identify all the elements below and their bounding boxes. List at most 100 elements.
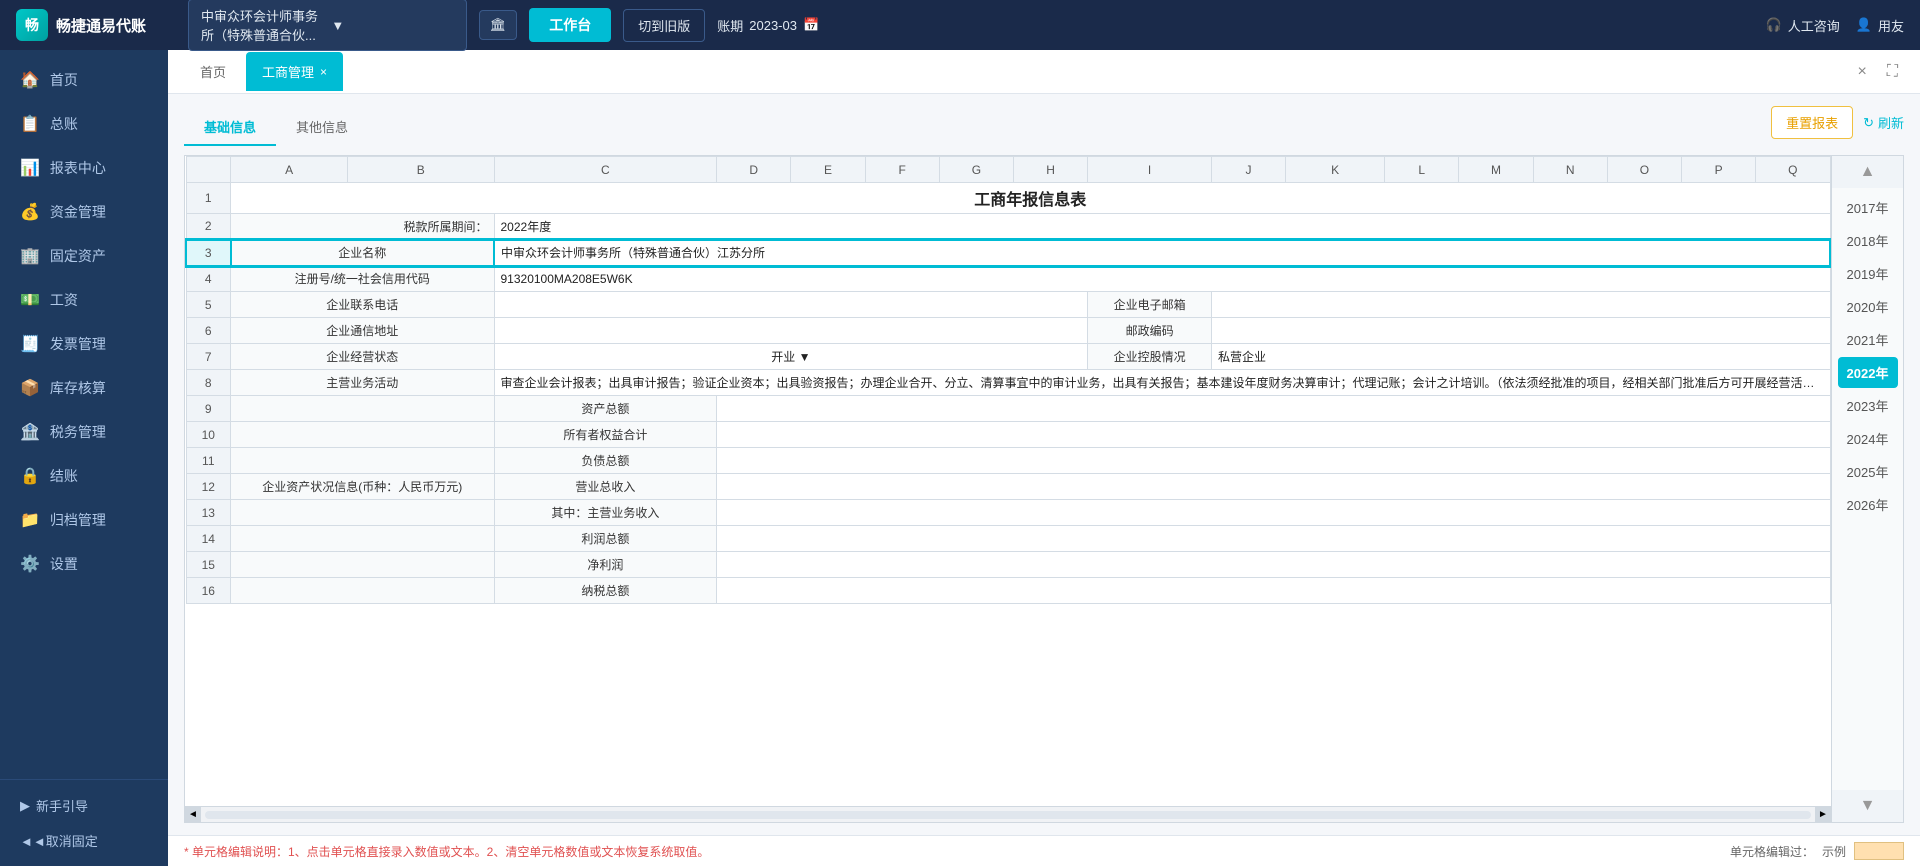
data-cell-holding[interactable]: 私营企业 xyxy=(1211,344,1830,370)
data-cell-net-profit[interactable] xyxy=(717,552,1830,578)
data-cell-main-revenue[interactable] xyxy=(717,500,1830,526)
sheet-table-container[interactable]: A B C D E F G H I J xyxy=(185,156,1831,806)
unpin-btn[interactable]: ◄◄取消固定 xyxy=(16,827,152,854)
year-item-2020[interactable]: 2020年 xyxy=(1838,291,1898,322)
example-label: 示例 xyxy=(1822,843,1846,860)
data-cell-postcode[interactable] xyxy=(1211,318,1830,344)
year-scroll-up-btn[interactable]: ▲ xyxy=(1832,156,1903,188)
year-item-2023[interactable]: 2023年 xyxy=(1838,390,1898,421)
table-row: 8 主营业务活动 审查企业会计报表；出具审计报告；验证企业资本；出具验资报告；办… xyxy=(186,370,1830,396)
row-num-4: 4 xyxy=(186,266,231,292)
year-item-2019[interactable]: 2019年 xyxy=(1838,258,1898,289)
data-cell-company-name[interactable]: 中审众环会计师事务所（特殊普通合伙）江苏分所 xyxy=(494,240,1830,266)
calendar-icon[interactable]: 📅 xyxy=(803,17,819,33)
label-cell: 税款所属期间： xyxy=(231,214,494,240)
col-M: M xyxy=(1459,157,1533,183)
year-item-2024[interactable]: 2024年 xyxy=(1838,423,1898,454)
sidebar-item-close[interactable]: 🔒 结账 xyxy=(0,454,168,498)
sidebar-item-salary[interactable]: 💵 工资 xyxy=(0,278,168,322)
data-cell-main-biz[interactable]: 审查企业会计报表；出具审计报告；验证企业资本；出具验资报告；办理企业合开、分立、… xyxy=(494,370,1830,396)
data-cell-regnum[interactable]: 91320100MA208E5W6K xyxy=(494,266,1830,292)
year-item-2021[interactable]: 2021年 xyxy=(1838,324,1898,355)
data-cell-total-debt[interactable] xyxy=(717,448,1830,474)
data-cell-phone[interactable] xyxy=(494,292,1088,318)
sidebar-item-ledger[interactable]: 📋 总账 xyxy=(0,102,168,146)
sidebar-item-archive[interactable]: 📁 归档管理 xyxy=(0,498,168,542)
data-cell-total-profit[interactable] xyxy=(717,526,1830,552)
label-email: 企业电子邮箱 xyxy=(1088,292,1212,318)
sidebar-item-finance[interactable]: 💰 资金管理 xyxy=(0,190,168,234)
sub-tab-other[interactable]: 其他信息 xyxy=(276,109,368,146)
sidebar-item-home[interactable]: 🏠 首页 xyxy=(0,58,168,102)
row-num-12: 12 xyxy=(186,474,231,500)
sidebar-item-report[interactable]: 📊 报表中心 xyxy=(0,146,168,190)
sidebar-label-home: 首页 xyxy=(50,70,78,90)
sidebar-item-asset[interactable]: 🏢 固定资产 xyxy=(0,234,168,278)
refresh-button[interactable]: ↻ 刷新 xyxy=(1863,113,1904,132)
scroll-left-btn[interactable]: ◄ xyxy=(185,807,201,823)
company-icon-btn[interactable]: 🏛 xyxy=(479,10,518,40)
action-bar: 重置报表 ↻ 刷新 xyxy=(1771,106,1904,139)
year-item-2018[interactable]: 2018年 xyxy=(1838,225,1898,256)
data-cell-total-assets[interactable] xyxy=(717,396,1830,422)
window-expand-btn[interactable]: ⛶ xyxy=(1881,61,1904,83)
col-C: C xyxy=(494,157,717,183)
user-area[interactable]: 👤 用友 xyxy=(1856,16,1904,35)
year-item-2026[interactable]: 2026年 xyxy=(1838,489,1898,520)
sidebar-label-inventory: 库存核算 xyxy=(50,378,106,398)
period-area: 账期 2023-03 📅 xyxy=(717,16,819,35)
sidebar-label-salary: 工资 xyxy=(50,290,78,310)
sidebar-label-archive: 归档管理 xyxy=(50,510,106,530)
label-total-tax: 纳税总额 xyxy=(494,578,717,604)
sheet-title-cell[interactable]: 工商年报信息表 xyxy=(231,183,1830,214)
data-cell-biz-status[interactable]: 开业 ▼ xyxy=(494,344,1088,370)
reset-report-button[interactable]: 重置报表 xyxy=(1771,106,1853,139)
data-cell-email[interactable] xyxy=(1211,292,1830,318)
spreadsheet-wrapper: A B C D E F G H I J xyxy=(184,155,1904,823)
year-item-2022[interactable]: 2022年 xyxy=(1838,357,1898,388)
sidebar-label-asset: 固定资产 xyxy=(50,246,106,266)
tab-commerce[interactable]: 工商管理 × xyxy=(246,52,343,91)
new-guide-btn[interactable]: ▶ 新手引导 xyxy=(16,792,152,819)
year-item-2025[interactable]: 2025年 xyxy=(1838,456,1898,487)
page-content: 基础信息 其他信息 重置报表 ↻ 刷新 xyxy=(168,94,1920,835)
data-cell-equity[interactable] xyxy=(717,422,1830,448)
horizontal-scrollbar[interactable]: ◄ ► xyxy=(185,806,1831,822)
company-selector[interactable]: 中审众环会计师事务所（特殊普通合伙... ▼ xyxy=(188,0,467,51)
data-cell-total-tax[interactable] xyxy=(717,578,1830,604)
tab-home[interactable]: 首页 xyxy=(184,52,242,91)
workbench-button[interactable]: 工作台 xyxy=(529,8,611,42)
year-scroll-down-btn[interactable]: ▼ xyxy=(1832,790,1903,822)
year-item-2017[interactable]: 2017年 xyxy=(1838,192,1898,223)
example-color-box xyxy=(1854,842,1904,860)
dropdown-arrow-icon: ▼ xyxy=(799,350,811,364)
label-net-profit-header xyxy=(231,552,494,578)
corner-cell xyxy=(186,157,231,183)
sidebar-item-inventory[interactable]: 📦 库存核算 xyxy=(0,366,168,410)
sidebar-item-tax[interactable]: 🏦 税务管理 xyxy=(0,410,168,454)
scroll-right-btn[interactable]: ► xyxy=(1815,807,1831,823)
col-B: B xyxy=(348,157,494,183)
sub-tabs: 基础信息 其他信息 xyxy=(184,109,368,144)
scroll-track[interactable] xyxy=(205,811,1811,819)
sub-tab-basic[interactable]: 基础信息 xyxy=(184,109,276,146)
data-cell-total-revenue[interactable] xyxy=(717,474,1830,500)
spreadsheet-main: A B C D E F G H I J xyxy=(185,156,1831,822)
invoice-icon: 🧾 xyxy=(20,334,40,354)
col-F: F xyxy=(865,157,939,183)
example-area: 单元格编辑过： 示例 xyxy=(1730,842,1904,860)
table-row: 14 利润总额 xyxy=(186,526,1830,552)
tab-close-btn[interactable]: × xyxy=(320,65,327,79)
right-panel: ▲ 2017年 2018年 2019年 2020年 2021年 2022年 20… xyxy=(1831,156,1903,822)
table-row: 13 其中：主营业务收入 xyxy=(186,500,1830,526)
support-area[interactable]: 🎧 人工咨询 xyxy=(1766,16,1840,35)
data-cell-period[interactable]: 2022年度 xyxy=(494,214,1830,240)
row-num-8: 8 xyxy=(186,370,231,396)
close-period-icon: 🔒 xyxy=(20,466,40,486)
sidebar-item-invoice[interactable]: 🧾 发票管理 xyxy=(0,322,168,366)
sidebar-item-settings[interactable]: ⚙️ 设置 xyxy=(0,542,168,586)
data-cell-address[interactable] xyxy=(494,318,1088,344)
old-version-button[interactable]: 切到旧版 xyxy=(623,9,705,42)
window-close-btn[interactable]: × xyxy=(1851,61,1872,83)
label-postcode: 邮政编码 xyxy=(1088,318,1212,344)
